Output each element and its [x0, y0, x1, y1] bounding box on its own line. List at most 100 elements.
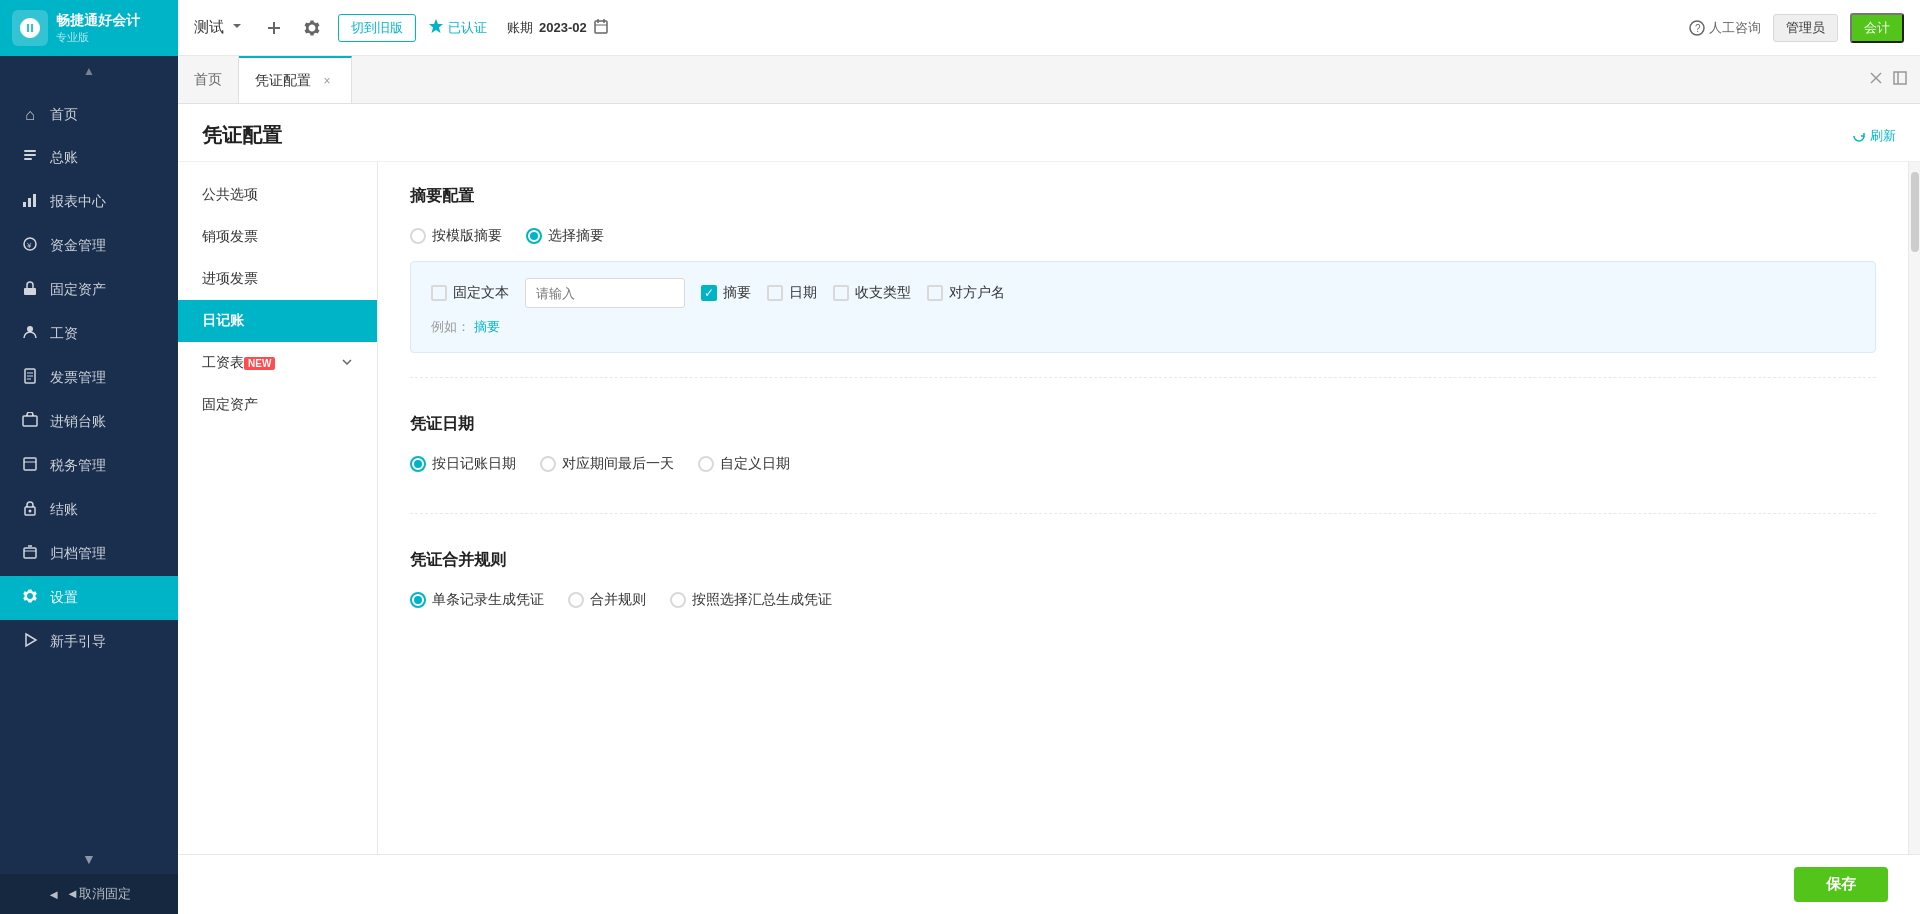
guide-icon [20, 632, 40, 652]
settings-icon [20, 588, 40, 608]
content-area: 凭证配置 刷新 公共选项 销项发票 [178, 104, 1920, 914]
svg-rect-8 [24, 288, 36, 295]
switch-version-button[interactable]: 切到旧版 [338, 14, 416, 42]
checkbox-date[interactable]: 日期 [767, 284, 817, 302]
calendar-icon[interactable] [593, 18, 609, 37]
nav-fixed-asset[interactable]: 固定资产 [178, 384, 377, 426]
checkbox-income-type[interactable]: 收支类型 [833, 284, 911, 302]
close-tab-button[interactable] [1868, 70, 1884, 90]
sidebar-item-invoice[interactable]: 发票管理 [0, 356, 178, 400]
nav-journal[interactable]: 日记账 [178, 300, 377, 342]
radio-merge[interactable]: 合并规则 [568, 591, 646, 609]
svg-marker-25 [429, 19, 443, 33]
sidebar: 畅捷通好会计 专业版 ▲ ⌂ 首页 总账 报表中心 [0, 0, 178, 914]
bottom-bar: 保存 [178, 854, 1920, 914]
save-button[interactable]: 保存 [1794, 867, 1888, 902]
maximize-button[interactable] [1892, 70, 1908, 90]
page-title: 凭证配置 [202, 122, 282, 149]
topbar-actions [260, 14, 326, 42]
radio-custom-date[interactable]: 自定义日期 [698, 455, 790, 473]
radio-select-summary[interactable]: 选择摘要 [526, 227, 604, 245]
sidebar-item-settings[interactable]: 设置 [0, 576, 178, 620]
sidebar-item-tax[interactable]: 税务管理 [0, 444, 178, 488]
date-title: 凭证日期 [410, 414, 1876, 435]
invoice-icon [20, 368, 40, 388]
nav-sales-invoice[interactable]: 销项发票 [178, 216, 377, 258]
asset-icon [20, 280, 40, 300]
add-button[interactable] [260, 14, 288, 42]
settings-gear-button[interactable] [298, 14, 326, 42]
checkbox-counterpart[interactable]: 对方户名 [927, 284, 1005, 302]
sidebar-item-capital[interactable]: ¥ 资金管理 [0, 224, 178, 268]
refresh-button[interactable]: 刷新 [1852, 127, 1896, 145]
radio-selected-summary[interactable]: 按照选择汇总生成凭证 [670, 591, 832, 609]
svg-rect-2 [24, 158, 32, 160]
radio-merge-circle [568, 592, 584, 608]
svg-text:?: ? [1695, 23, 1701, 34]
svg-rect-3 [23, 202, 26, 207]
checkbox-summary[interactable]: ✓ 摘要 [701, 284, 751, 302]
role-button[interactable]: 会计 [1850, 13, 1904, 43]
tax-icon [20, 456, 40, 476]
merge-title: 凭证合并规则 [410, 550, 1876, 571]
certified-icon [428, 18, 444, 37]
new-badge: NEW [244, 357, 275, 370]
page-body: 凭证配置 刷新 公共选项 销项发票 [178, 104, 1920, 914]
nav-payroll[interactable]: 工资表 NEW [178, 342, 377, 384]
nav-purchase-invoice[interactable]: 进项发票 [178, 258, 377, 300]
summary-options-row: 固定文本 ✓ 摘要 日期 [431, 278, 1855, 308]
radio-period-last[interactable]: 对应期间最后一天 [540, 455, 674, 473]
tab-voucher-config[interactable]: 凭证配置 × [239, 56, 352, 103]
unfix-sidebar-button[interactable]: ◄ ◄取消固定 [0, 874, 178, 914]
topbar: 测试 切到旧版 已认证 账期 [178, 0, 1920, 56]
sidebar-scroll-down[interactable]: ▼ [0, 844, 178, 874]
svg-point-18 [29, 510, 32, 513]
close-account-icon [20, 500, 40, 520]
sidebar-item-guide[interactable]: 新手引导 [0, 620, 178, 664]
arrow-down-icon: ▼ [82, 851, 96, 867]
svg-rect-34 [1894, 72, 1906, 84]
svg-rect-0 [24, 150, 36, 152]
svg-text:¥: ¥ [26, 241, 32, 250]
help-button[interactable]: ? 人工咨询 [1689, 19, 1761, 37]
radio-single[interactable]: 单条记录生成凭证 [410, 591, 544, 609]
sidebar-item-asset[interactable]: 固定资产 [0, 268, 178, 312]
radio-template-summary[interactable]: 按模版摘要 [410, 227, 502, 245]
sidebar-item-home[interactable]: ⌂ 首页 [0, 94, 178, 136]
counterpart-checkbox [927, 285, 943, 301]
date-checkbox [767, 285, 783, 301]
chevron-down-icon [341, 355, 353, 371]
purchase-sale-icon [20, 412, 40, 432]
logo-icon [12, 10, 48, 46]
report-icon [20, 192, 40, 212]
svg-rect-26 [595, 21, 607, 33]
archive-icon [20, 544, 40, 564]
tab-close-button[interactable]: × [319, 73, 335, 89]
svg-rect-4 [28, 198, 31, 207]
fixed-text-input[interactable] [525, 278, 685, 308]
sidebar-scroll-up[interactable]: ▲ [0, 56, 178, 86]
svg-rect-19 [24, 548, 36, 558]
svg-rect-5 [33, 194, 36, 207]
certified-badge: 已认证 [428, 18, 487, 37]
fixed-text-checkbox [431, 285, 447, 301]
left-nav: 公共选项 销项发票 进项发票 日记账 工资表 NEW [178, 162, 378, 854]
right-scrollbar[interactable] [1908, 162, 1920, 854]
summary-section: 摘要配置 按模版摘要 选择摘要 [410, 186, 1876, 378]
sidebar-logo: 畅捷通好会计 专业版 [0, 0, 178, 56]
radio-daily[interactable]: 按日记账日期 [410, 455, 516, 473]
sidebar-item-report[interactable]: 报表中心 [0, 180, 178, 224]
sidebar-item-close[interactable]: 结账 [0, 488, 178, 532]
tab-home[interactable]: 首页 [178, 56, 239, 103]
nav-public[interactable]: 公共选项 [178, 174, 377, 216]
sidebar-item-archive[interactable]: 归档管理 [0, 532, 178, 576]
sidebar-item-wage[interactable]: 工资 [0, 312, 178, 356]
project-selector[interactable]: 测试 [194, 18, 244, 37]
config-panel: 摘要配置 按模版摘要 选择摘要 [378, 162, 1908, 854]
merge-section: 凭证合并规则 单条记录生成凭证 合并规则 [410, 550, 1876, 649]
logo-text: 畅捷通好会计 专业版 [56, 11, 140, 44]
sidebar-item-ledger[interactable]: 总账 [0, 136, 178, 180]
checkbox-fixed-text[interactable]: 固定文本 [431, 284, 509, 302]
user-button[interactable]: 管理员 [1773, 14, 1838, 42]
sidebar-item-purchase-sale[interactable]: 进销台账 [0, 400, 178, 444]
